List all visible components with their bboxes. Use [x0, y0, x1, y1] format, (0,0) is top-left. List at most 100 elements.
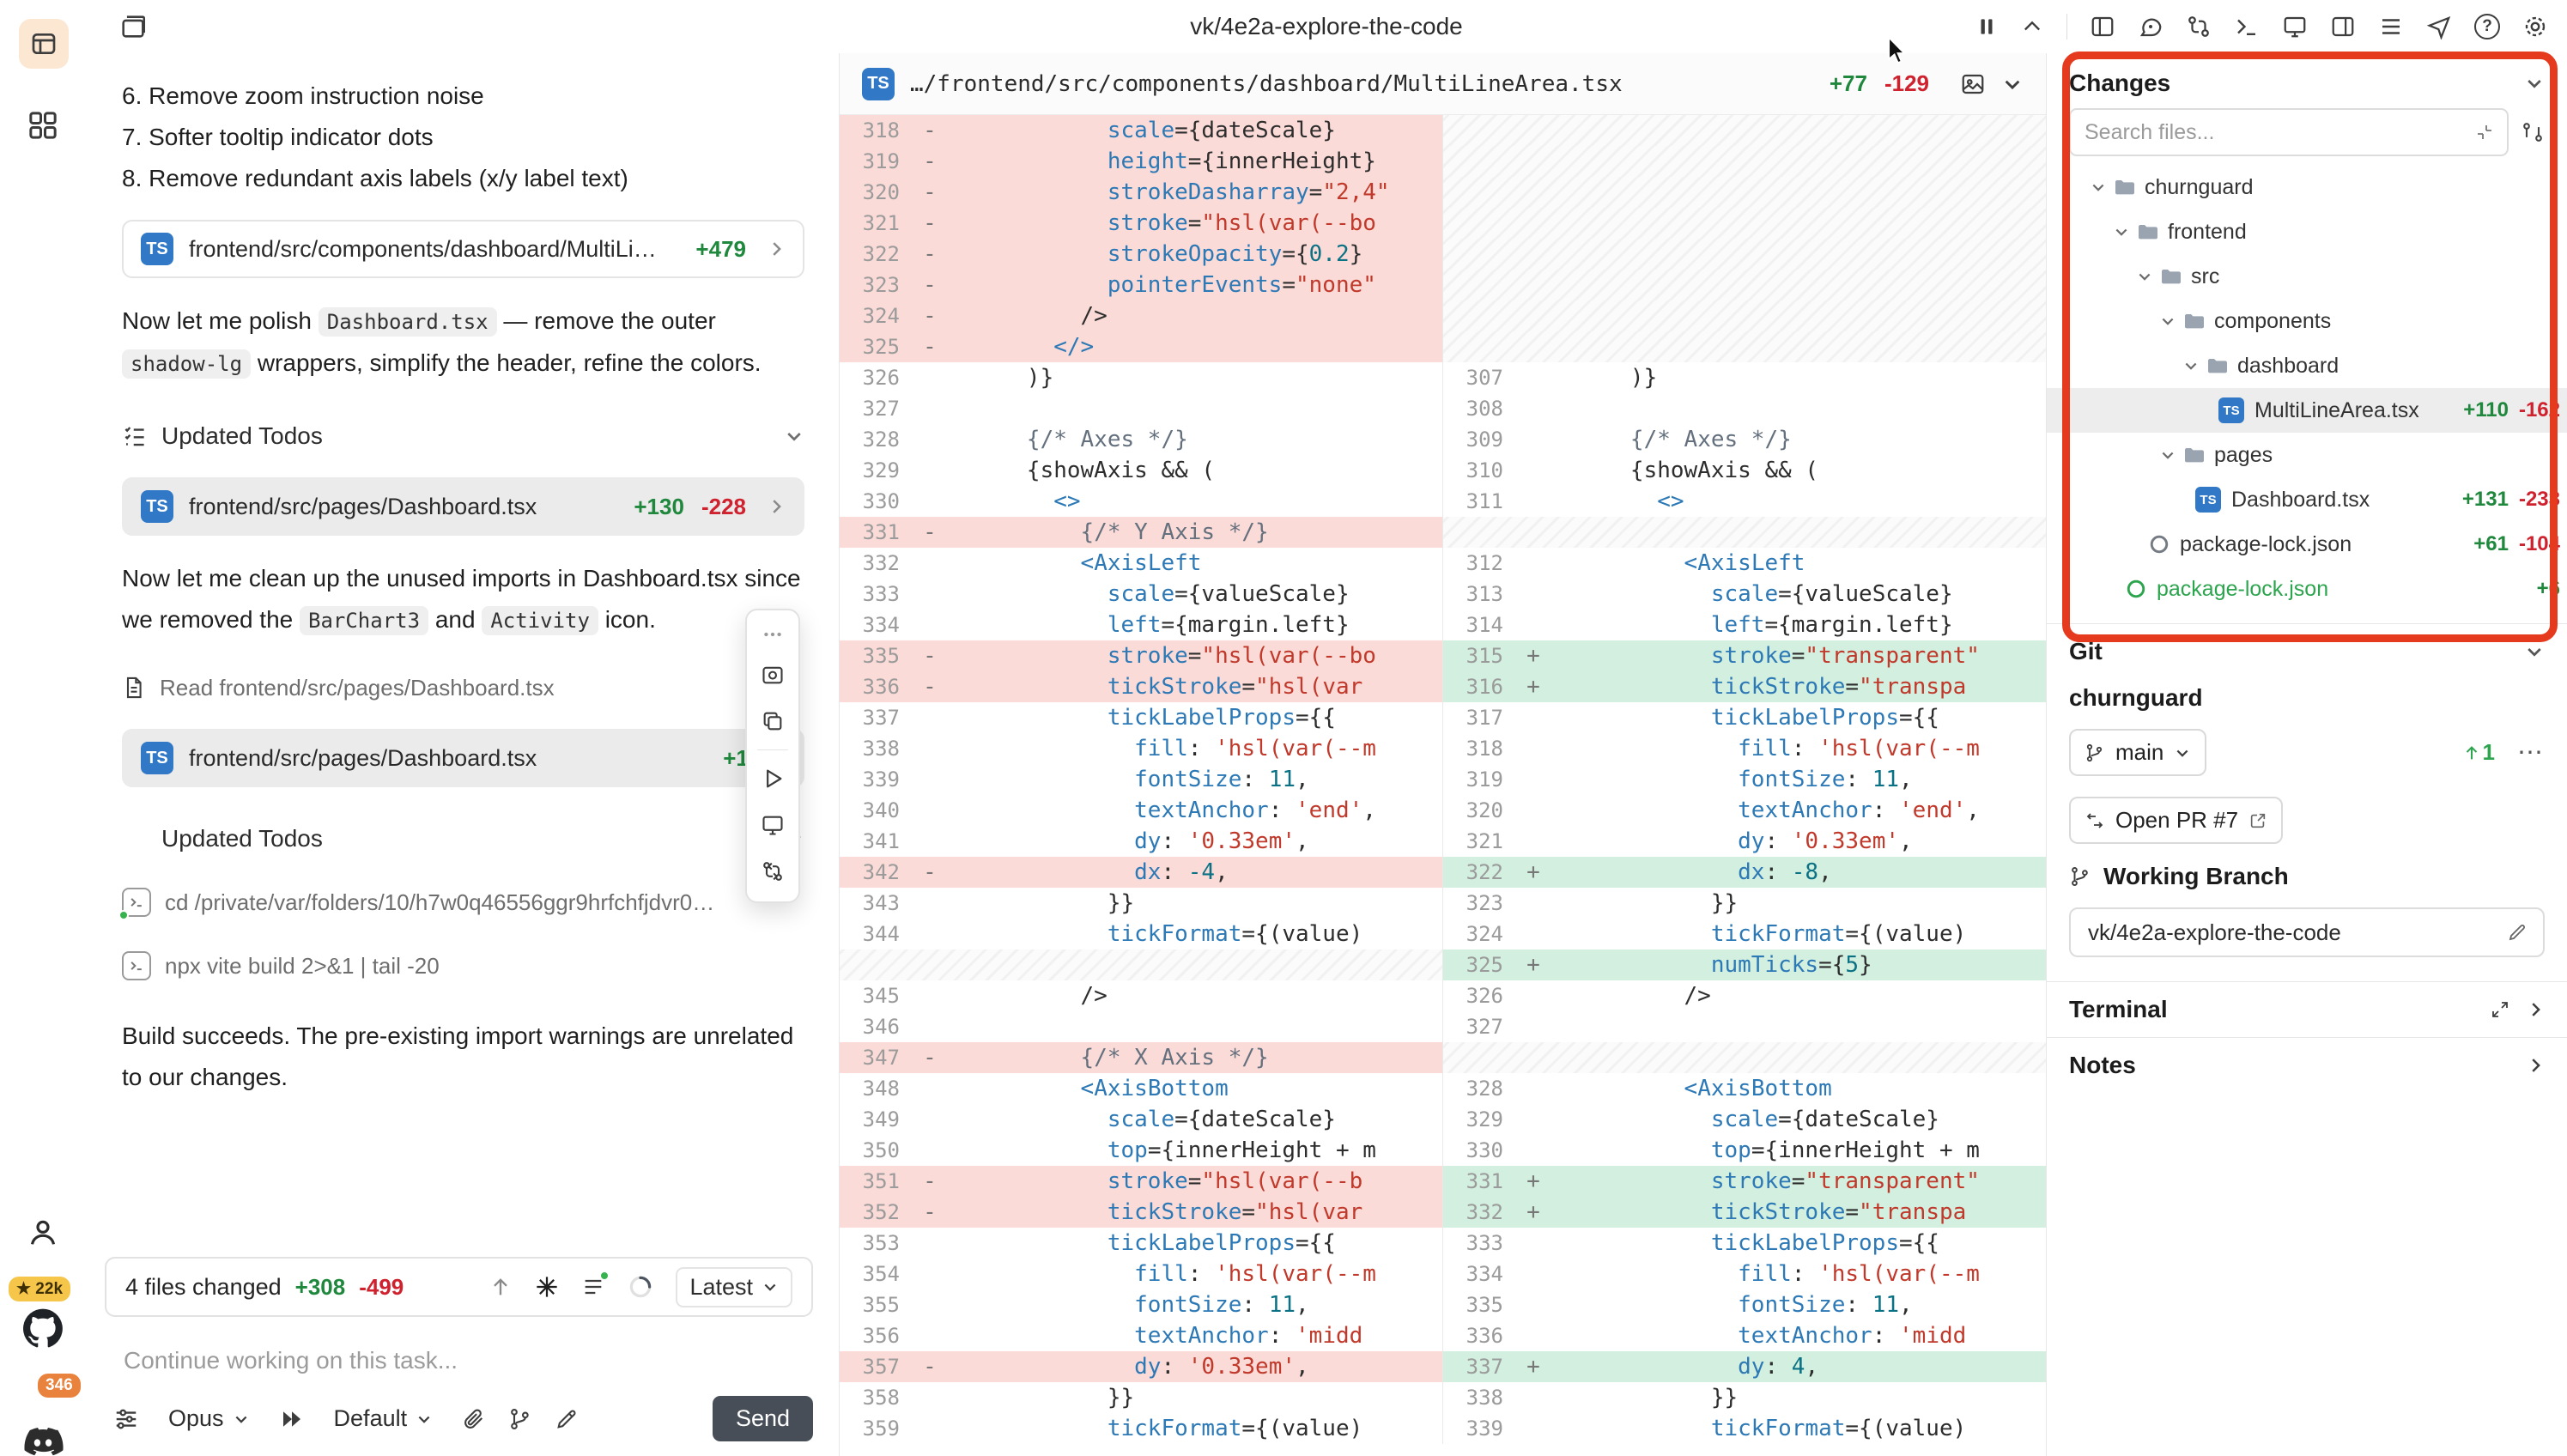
diff-line[interactable]: 337 tickLabelProps={{ — [840, 702, 1443, 733]
diff-line[interactable]: 358 }} — [840, 1382, 1443, 1413]
diff-line[interactable]: 335- stroke="hsl(var(--bo — [840, 640, 1443, 671]
chevron-right-icon[interactable] — [2526, 1000, 2545, 1019]
view-toggle-icon[interactable] — [1960, 71, 1986, 97]
left-panel-icon[interactable] — [2090, 14, 2115, 39]
diff-line[interactable]: 333 tickLabelProps={{ — [1443, 1228, 2046, 1259]
chevron-right-icon[interactable] — [767, 497, 786, 516]
share-icon[interactable] — [2426, 14, 2452, 39]
terminal-icon[interactable] — [2234, 14, 2260, 39]
diff-line[interactable]: 318- scale={dateScale} — [840, 115, 1443, 146]
hover-toolbar[interactable] — [745, 609, 800, 903]
chevron-down-icon[interactable] — [2524, 641, 2545, 662]
account-icon[interactable] — [26, 1216, 60, 1250]
diff-line[interactable]: 339 tickFormat={(value) — [1443, 1413, 2046, 1444]
diff-line[interactable]: 341 dy: '0.33em', — [840, 826, 1443, 857]
monitor-icon[interactable] — [2282, 14, 2308, 39]
pen-icon[interactable] — [555, 1407, 579, 1431]
attachment-icon[interactable] — [462, 1407, 486, 1431]
diff-line[interactable]: 334 left={margin.left} — [840, 610, 1443, 640]
diff-line[interactable]: 309 {/* Axes */} — [1443, 424, 2046, 455]
chevron-down-icon[interactable] — [2136, 268, 2153, 285]
diff-line[interactable]: 351- stroke="hsl(var(--b — [840, 1166, 1443, 1197]
diff-line[interactable]: 316+ tickStroke="transpa — [1443, 671, 2046, 702]
diff-line[interactable]: 332+ tickStroke="transpa — [1443, 1197, 2046, 1228]
diff-line[interactable]: 342- dx: -4, — [840, 857, 1443, 888]
diff-line[interactable]: 336 textAnchor: 'midd — [1443, 1320, 2046, 1351]
version-dropdown[interactable]: Latest — [676, 1267, 792, 1307]
branch-icon[interactable] — [508, 1407, 532, 1431]
tree-folder-row[interactable]: frontend — [2047, 209, 2567, 254]
discord-icon[interactable] — [22, 1425, 64, 1456]
tree-folder-row[interactable]: src — [2047, 254, 2567, 299]
diff-line[interactable]: 346 — [840, 1011, 1443, 1042]
diff-line[interactable]: 333 scale={valueScale} — [840, 579, 1443, 610]
chevron-down-icon[interactable] — [2159, 446, 2176, 464]
diff-line[interactable]: 337+ dy: 4, — [1443, 1351, 2046, 1382]
diff-line[interactable]: 327 — [840, 393, 1443, 424]
diff-line[interactable]: 344 tickFormat={(value) — [840, 919, 1443, 949]
diff-line[interactable]: 324 tickFormat={(value) — [1443, 919, 2046, 949]
read-file-row[interactable]: Read frontend/src/pages/Dashboard.tsx — [122, 667, 804, 708]
diff-line[interactable]: 348 <AxisBottom — [840, 1073, 1443, 1104]
file-change-card[interactable]: TS frontend/src/components/dashboard/Mul… — [122, 220, 804, 278]
chevron-right-icon[interactable] — [767, 240, 786, 258]
diff-line[interactable]: 329 {showAxis && ( — [840, 455, 1443, 486]
diff-line[interactable]: 327 — [1443, 1011, 2046, 1042]
spark-icon[interactable] — [535, 1275, 559, 1299]
tree-file-row[interactable]: TSMultiLineArea.tsx+110-162 — [2047, 388, 2567, 433]
mode-dropdown[interactable]: Default — [327, 1400, 440, 1437]
sliders-icon[interactable] — [113, 1406, 139, 1432]
diff-line[interactable]: 329 scale={dateScale} — [1443, 1104, 2046, 1135]
diff-line[interactable]: 315+ stroke="transparent" — [1443, 640, 2046, 671]
help-icon[interactable]: ? — [2474, 14, 2500, 39]
workspace-tab-active[interactable] — [19, 19, 69, 69]
github-icon[interactable] — [23, 1308, 63, 1348]
diff-line[interactable]: 323 }} — [1443, 888, 2046, 919]
compare-changes-icon[interactable] — [2521, 120, 2545, 144]
diff-line[interactable]: 340 textAnchor: 'end', — [840, 795, 1443, 826]
diff-line[interactable]: 328 <AxisBottom — [1443, 1073, 2046, 1104]
diff-line[interactable]: 338 }} — [1443, 1382, 2046, 1413]
diff-file-header[interactable]: TS …/frontend/src/components/dashboard/M… — [840, 53, 2046, 115]
diff-line[interactable]: 326 )} — [840, 362, 1443, 393]
chevron-down-icon[interactable] — [2113, 223, 2130, 240]
diff-line[interactable]: 321- stroke="hsl(var(--bo — [840, 208, 1443, 239]
diff-line[interactable]: 319- height={innerHeight} — [840, 146, 1443, 177]
diff-line[interactable]: 320- strokeDasharray="2,4" — [840, 177, 1443, 208]
git-more-icon[interactable]: ⋯ — [2517, 737, 2545, 767]
screenshot-icon[interactable] — [747, 652, 798, 698]
chevron-down-icon[interactable] — [2090, 179, 2107, 196]
updated-todos-row[interactable]: Updated Todos — [122, 416, 804, 457]
updated-todos-row[interactable]: Updated Todos — [122, 818, 804, 859]
working-branch-field[interactable] — [2069, 907, 2545, 957]
diff-line[interactable]: 325- </> — [840, 331, 1443, 362]
diff-line[interactable]: 352- tickStroke="hsl(var — [840, 1197, 1443, 1228]
todo-status-icon[interactable] — [581, 1275, 605, 1299]
present-icon[interactable] — [747, 802, 798, 848]
diff-line[interactable]: 339 fontSize: 11, — [840, 764, 1443, 795]
message-input[interactable] — [122, 1346, 813, 1375]
chevron-down-icon[interactable] — [2159, 312, 2176, 330]
diff-line[interactable]: 319 fontSize: 11, — [1443, 764, 2046, 795]
gear-icon[interactable] — [2522, 14, 2548, 39]
expand-icon[interactable] — [2490, 999, 2510, 1020]
diff-line[interactable]: 314 left={margin.left} — [1443, 610, 2046, 640]
file-change-card[interactable]: TS frontend/src/pages/Dashboard.tsx +1 -… — [122, 729, 804, 787]
diff-line[interactable]: 313 scale={valueScale} — [1443, 579, 2046, 610]
diff-line[interactable]: 335 fontSize: 11, — [1443, 1289, 2046, 1320]
collapse-up-icon[interactable] — [2020, 15, 2044, 39]
git-section-header[interactable]: Git — [2069, 624, 2545, 672]
commits-ahead[interactable]: 1 — [2462, 739, 2495, 766]
diff-line[interactable]: 336- tickStroke="hsl(var — [840, 671, 1443, 702]
chevron-right-icon[interactable] — [2526, 1056, 2545, 1075]
terminal-command-row[interactable]: cd /private/var/folders/10/h7w0q46556ggr… — [122, 882, 804, 923]
diff-line[interactable]: 320 textAnchor: 'end', — [1443, 795, 2046, 826]
diff-line[interactable]: 331+ stroke="transparent" — [1443, 1166, 2046, 1197]
diff-line[interactable]: 343 }} — [840, 888, 1443, 919]
tree-file-row[interactable]: package-lock.json+6 — [2047, 567, 2567, 611]
diff-line[interactable]: 322+ dx: -8, — [1443, 857, 2046, 888]
diff-line[interactable]: 347- {/* X Axis */} — [840, 1042, 1443, 1073]
pencil-icon[interactable] — [2507, 922, 2528, 943]
changes-summary-bar[interactable]: 4 files changed +308 -499 Latest — [105, 1257, 813, 1317]
collapse-tree-icon[interactable] — [2474, 122, 2495, 143]
